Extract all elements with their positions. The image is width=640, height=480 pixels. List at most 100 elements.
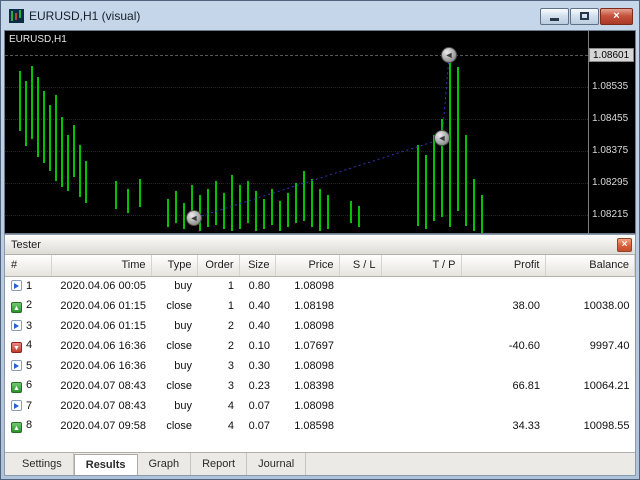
cell-num: 3 bbox=[5, 316, 51, 336]
cell-price: 1.08098 bbox=[294, 360, 334, 372]
close-profit-icon bbox=[11, 422, 22, 433]
cell-sl bbox=[339, 376, 381, 396]
cell-time: 2020.04.06 16:36 bbox=[60, 340, 146, 352]
cell-price: 1.08198 bbox=[294, 300, 334, 312]
trade-marker-icon[interactable]: ◄ bbox=[186, 210, 202, 226]
chart-window: EURUSD,H1 (visual) × EURUSD,H1 ◄ ◄ ◄ 1.086… bbox=[0, 0, 640, 480]
cell-sl bbox=[339, 336, 381, 356]
cell-order: 2 bbox=[227, 340, 234, 352]
open-order-icon bbox=[11, 280, 22, 292]
results-header-row: # Time Type Order Size Price S / LT / P Profit B… bbox=[5, 255, 635, 277]
cell-tp bbox=[381, 276, 461, 296]
trade-row[interactable]: 5 2020.04.06 16:36 buy 3 0.30 1.08098 bbox=[5, 356, 635, 376]
cell-num: 2 bbox=[5, 296, 51, 316]
column-header-balance[interactable]: Balance bbox=[545, 255, 635, 277]
column-header-price[interactable]: Price bbox=[275, 255, 340, 277]
cell-sl bbox=[339, 416, 381, 436]
window-titlebar: EURUSD,H1 (visual) × bbox=[4, 4, 636, 30]
cell-price: 1.08398 bbox=[294, 380, 334, 392]
cell-price: 1.07697 bbox=[294, 340, 334, 352]
trendline[interactable] bbox=[441, 56, 450, 140]
column-header-profit[interactable]: Profit bbox=[461, 255, 546, 277]
cell-type: close bbox=[166, 380, 192, 392]
tab-journal[interactable]: Journal bbox=[247, 453, 307, 475]
cell-size: 0.40 bbox=[248, 300, 270, 312]
maximize-button[interactable] bbox=[570, 7, 599, 25]
column-header-num[interactable]: # bbox=[5, 255, 52, 277]
open-order-icon bbox=[11, 360, 22, 371]
tester-titlebar: Tester × bbox=[5, 235, 635, 255]
price-tick: 1.08215 bbox=[592, 209, 629, 220]
cell-time: 2020.04.06 01:15 bbox=[60, 320, 146, 332]
trade-row[interactable]: 7 2020.04.07 08:43 buy 4 0.07 1.08098 bbox=[5, 396, 635, 416]
cell-sl bbox=[339, 316, 381, 336]
column-header-type[interactable]: Type bbox=[151, 255, 198, 277]
tester-tabs: Settings Results Graph Report Journal bbox=[5, 452, 635, 475]
tester-close-button[interactable]: × bbox=[617, 237, 632, 252]
cell-tp bbox=[381, 316, 461, 336]
cell-tp bbox=[381, 376, 461, 396]
chart-plot-area[interactable]: EURUSD,H1 ◄ ◄ ◄ bbox=[5, 31, 588, 233]
cell-num: 7 bbox=[5, 396, 51, 416]
tab-graph[interactable]: Graph bbox=[138, 453, 192, 475]
trade-marker-icon[interactable]: ◄ bbox=[441, 47, 457, 63]
trade-row[interactable]: 4 2020.04.06 16:36 close 2 0.10 1.07697 -40.60… bbox=[5, 336, 635, 356]
cell-size: 0.10 bbox=[248, 340, 270, 352]
cell-profit bbox=[461, 316, 545, 336]
chart-panel: EURUSD,H1 ◄ ◄ ◄ 1.08601 1.08535 1.08455 1.08… bbox=[4, 30, 636, 234]
close-profit-icon bbox=[11, 382, 22, 393]
cell-tp bbox=[381, 356, 461, 376]
cell-tp bbox=[381, 296, 461, 316]
column-header-time[interactable]: Time bbox=[51, 255, 152, 277]
trade-row[interactable]: 2 2020.04.06 01:15 close 1 0.40 1.08198 38.00 1… bbox=[5, 296, 635, 316]
cell-order: 1 bbox=[227, 300, 234, 312]
cell-profit: 38.00 bbox=[512, 300, 540, 312]
cell-num: 4 bbox=[5, 336, 51, 356]
cell-type: buy bbox=[174, 360, 192, 372]
tab-results[interactable]: Results bbox=[73, 454, 138, 475]
results-table-wrap: # Time Type Order Size Price S / LT / P Profit B… bbox=[5, 255, 635, 452]
tab-settings[interactable]: Settings bbox=[11, 453, 74, 475]
cell-price: 1.08098 bbox=[294, 320, 334, 332]
cell-type: buy bbox=[174, 280, 192, 293]
minimize-button[interactable] bbox=[540, 7, 569, 25]
cell-time: 2020.04.07 09:58 bbox=[60, 420, 146, 432]
price-tick: 1.08455 bbox=[592, 113, 629, 124]
trade-row[interactable]: 1 2020.04.06 00:05 buy 1 0.80 1.08098 bbox=[5, 276, 635, 296]
cell-size: 0.07 bbox=[248, 400, 270, 412]
trade-row[interactable]: 3 2020.04.06 01:15 buy 2 0.40 1.08098 bbox=[5, 316, 635, 336]
column-header-sl[interactable]: S / L bbox=[339, 255, 382, 277]
column-header-size[interactable]: Size bbox=[239, 255, 276, 277]
cell-price: 1.08098 bbox=[294, 280, 334, 293]
cell-num: 6 bbox=[5, 376, 51, 396]
trendline[interactable] bbox=[191, 138, 443, 220]
cell-size: 0.23 bbox=[248, 380, 270, 392]
tester-panel: Tester × # Time Type Order Size Price S / LT /… bbox=[4, 234, 636, 476]
column-header-tp[interactable]: T / P bbox=[381, 255, 462, 277]
close-loss-icon bbox=[11, 342, 22, 353]
cell-order: 2 bbox=[227, 320, 234, 332]
cell-sl bbox=[339, 276, 381, 296]
cell-price: 1.08598 bbox=[294, 420, 334, 432]
tab-report[interactable]: Report bbox=[191, 453, 248, 475]
open-order-icon bbox=[11, 320, 22, 331]
cell-time: 2020.04.06 16:36 bbox=[60, 360, 146, 372]
cell-num: 5 bbox=[5, 356, 51, 376]
cell-time: 2020.04.07 08:43 bbox=[60, 380, 146, 392]
cell-profit: 34.33 bbox=[512, 420, 540, 432]
trade-row[interactable]: 6 2020.04.07 08:43 close 3 0.23 1.08398 66.81 1… bbox=[5, 376, 635, 396]
cell-balance bbox=[545, 276, 635, 296]
close-profit-icon bbox=[11, 302, 22, 313]
window-controls: × bbox=[540, 7, 633, 25]
column-header-order[interactable]: Order bbox=[197, 255, 240, 277]
cell-time: 2020.04.06 01:15 bbox=[60, 300, 146, 312]
cell-price: 1.08098 bbox=[294, 400, 334, 412]
trade-marker-icon[interactable]: ◄ bbox=[434, 130, 450, 146]
cell-sl bbox=[339, 296, 381, 316]
price-scale[interactable]: 1.08601 1.08535 1.08455 1.08375 1.08295 1.08… bbox=[588, 31, 635, 233]
cell-balance bbox=[545, 396, 635, 416]
cell-type: close bbox=[166, 420, 192, 432]
price-tick: 1.08295 bbox=[592, 177, 629, 188]
trade-row[interactable]: 8 2020.04.07 09:58 close 4 0.07 1.08598 34.33 1… bbox=[5, 416, 635, 436]
close-button[interactable]: × bbox=[600, 7, 633, 25]
